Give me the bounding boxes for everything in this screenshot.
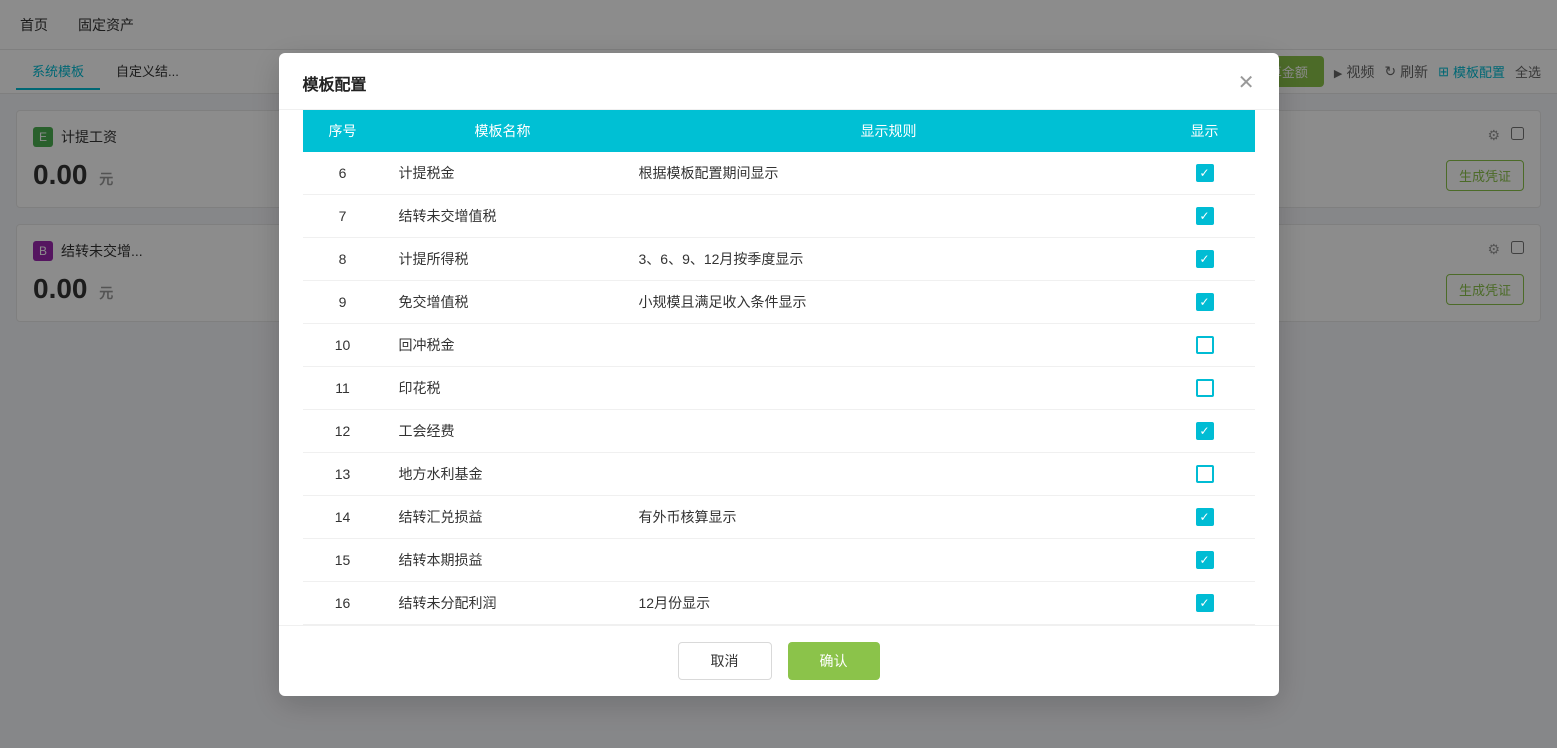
table-row: 12工会经费 bbox=[303, 409, 1255, 452]
cell-no: 8 bbox=[303, 237, 383, 280]
cell-rule bbox=[623, 409, 1155, 452]
row-checkbox-14[interactable] bbox=[1196, 508, 1214, 526]
cell-rule: 3、6、9、12月按季度显示 bbox=[623, 237, 1155, 280]
table-row: 15结转本期损益 bbox=[303, 538, 1255, 581]
dialog-template-config: 模板配置 ✕ 序号 模板名称 显示规则 显示 6计提税金根据模板配置期间显示7结… bbox=[279, 53, 1279, 696]
cell-name: 结转未分配利润 bbox=[383, 581, 623, 624]
cell-checkbox[interactable] bbox=[1155, 323, 1255, 366]
cell-rule bbox=[623, 194, 1155, 237]
col-rule: 显示规则 bbox=[623, 110, 1155, 152]
cell-no: 15 bbox=[303, 538, 383, 581]
cell-checkbox[interactable] bbox=[1155, 409, 1255, 452]
cell-rule bbox=[623, 323, 1155, 366]
cell-no: 12 bbox=[303, 409, 383, 452]
dialog-close-button[interactable]: ✕ bbox=[1238, 73, 1255, 93]
cell-no: 16 bbox=[303, 581, 383, 624]
cell-name: 工会经费 bbox=[383, 409, 623, 452]
cell-rule bbox=[623, 538, 1155, 581]
cell-checkbox[interactable] bbox=[1155, 495, 1255, 538]
row-checkbox-11[interactable] bbox=[1196, 379, 1214, 397]
cell-checkbox[interactable] bbox=[1155, 452, 1255, 495]
table-row: 8计提所得税3、6、9、12月按季度显示 bbox=[303, 237, 1255, 280]
dialog-title: 模板配置 bbox=[303, 71, 367, 95]
cell-rule bbox=[623, 452, 1155, 495]
confirm-button[interactable]: 确认 bbox=[788, 642, 880, 680]
cell-checkbox[interactable] bbox=[1155, 581, 1255, 624]
cell-name: 结转未交增值税 bbox=[383, 194, 623, 237]
row-checkbox-15[interactable] bbox=[1196, 551, 1214, 569]
table-row: 16结转未分配利润12月份显示 bbox=[303, 581, 1255, 624]
modal-overlay[interactable]: 模板配置 ✕ 序号 模板名称 显示规则 显示 6计提税金根据模板配置期间显示7结… bbox=[0, 0, 1557, 748]
row-checkbox-13[interactable] bbox=[1196, 465, 1214, 483]
cell-name: 计提税金 bbox=[383, 152, 623, 195]
cell-checkbox[interactable] bbox=[1155, 194, 1255, 237]
cell-name: 结转汇兑损益 bbox=[383, 495, 623, 538]
cell-checkbox[interactable] bbox=[1155, 152, 1255, 195]
cell-name: 回冲税金 bbox=[383, 323, 623, 366]
config-table: 序号 模板名称 显示规则 显示 6计提税金根据模板配置期间显示7结转未交增值税8… bbox=[303, 110, 1255, 625]
cell-checkbox[interactable] bbox=[1155, 538, 1255, 581]
table-row: 7结转未交增值税 bbox=[303, 194, 1255, 237]
dialog-header: 模板配置 ✕ bbox=[279, 53, 1279, 110]
cell-no: 11 bbox=[303, 366, 383, 409]
cell-no: 10 bbox=[303, 323, 383, 366]
cell-no: 14 bbox=[303, 495, 383, 538]
dialog-body: 序号 模板名称 显示规则 显示 6计提税金根据模板配置期间显示7结转未交增值税8… bbox=[279, 110, 1279, 625]
cell-checkbox[interactable] bbox=[1155, 237, 1255, 280]
row-checkbox-7[interactable] bbox=[1196, 207, 1214, 225]
cell-rule: 有外币核算显示 bbox=[623, 495, 1155, 538]
cell-name: 结转本期损益 bbox=[383, 538, 623, 581]
col-no: 序号 bbox=[303, 110, 383, 152]
cell-name: 计提所得税 bbox=[383, 237, 623, 280]
cell-name: 印花税 bbox=[383, 366, 623, 409]
cell-no: 9 bbox=[303, 280, 383, 323]
row-checkbox-9[interactable] bbox=[1196, 293, 1214, 311]
cell-no: 6 bbox=[303, 152, 383, 195]
row-checkbox-6[interactable] bbox=[1196, 164, 1214, 182]
cell-checkbox[interactable] bbox=[1155, 366, 1255, 409]
row-checkbox-8[interactable] bbox=[1196, 250, 1214, 268]
cell-rule: 根据模板配置期间显示 bbox=[623, 152, 1155, 195]
cell-checkbox[interactable] bbox=[1155, 280, 1255, 323]
cell-name: 免交增值税 bbox=[383, 280, 623, 323]
table-header-row: 序号 模板名称 显示规则 显示 bbox=[303, 110, 1255, 152]
table-row: 9免交增值税小规模且满足收入条件显示 bbox=[303, 280, 1255, 323]
cell-name: 地方水利基金 bbox=[383, 452, 623, 495]
table-row: 13地方水利基金 bbox=[303, 452, 1255, 495]
table-row: 6计提税金根据模板配置期间显示 bbox=[303, 152, 1255, 195]
table-row: 14结转汇兑损益有外币核算显示 bbox=[303, 495, 1255, 538]
cell-no: 7 bbox=[303, 194, 383, 237]
table-row: 10回冲税金 bbox=[303, 323, 1255, 366]
row-checkbox-10[interactable] bbox=[1196, 336, 1214, 354]
col-name: 模板名称 bbox=[383, 110, 623, 152]
cell-rule: 小规模且满足收入条件显示 bbox=[623, 280, 1155, 323]
dialog-footer: 取消 确认 bbox=[279, 625, 1279, 696]
cell-rule: 12月份显示 bbox=[623, 581, 1155, 624]
cancel-button[interactable]: 取消 bbox=[678, 642, 772, 680]
row-checkbox-16[interactable] bbox=[1196, 594, 1214, 612]
cell-no: 13 bbox=[303, 452, 383, 495]
table-row: 11印花税 bbox=[303, 366, 1255, 409]
row-checkbox-12[interactable] bbox=[1196, 422, 1214, 440]
cell-rule bbox=[623, 366, 1155, 409]
col-display: 显示 bbox=[1155, 110, 1255, 152]
